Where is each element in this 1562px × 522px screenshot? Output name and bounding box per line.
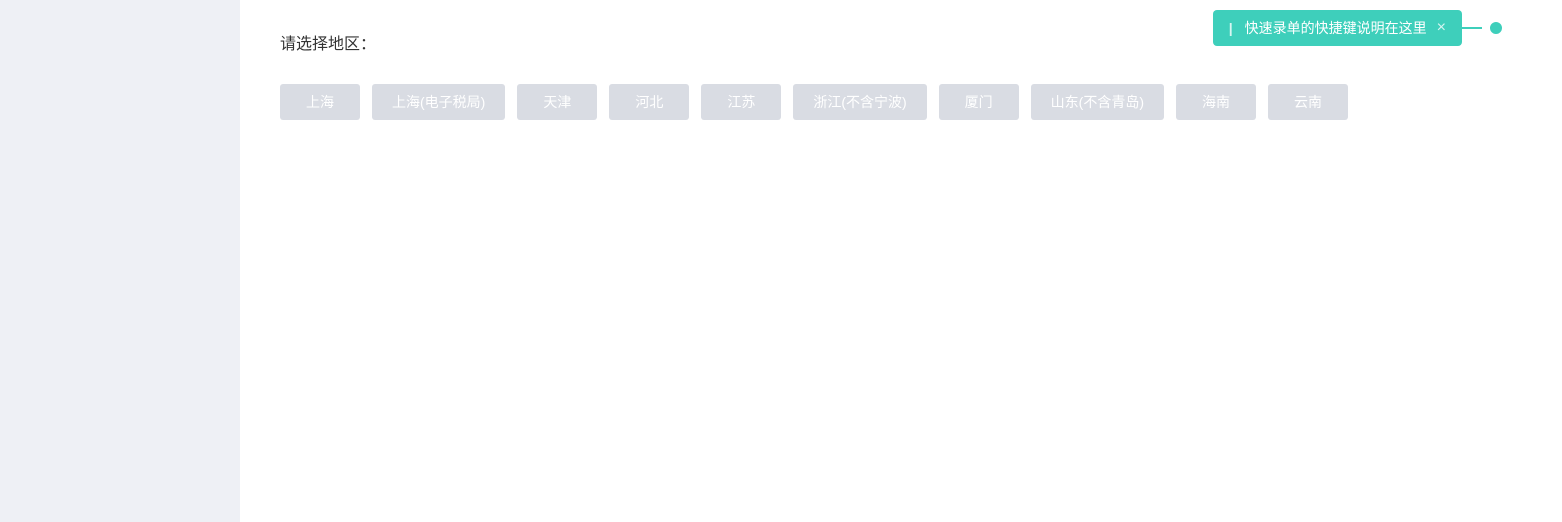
region-button-jiangsu[interactable]: 江苏	[701, 84, 781, 120]
region-button-shanghai-etax[interactable]: 上海(电子税局)	[372, 84, 505, 120]
region-button-yunnan[interactable]: 云南	[1268, 84, 1348, 120]
region-button-hainan[interactable]: 海南	[1176, 84, 1256, 120]
region-button-zhejiang[interactable]: 浙江(不含宁波)	[793, 84, 926, 120]
region-button-hebei[interactable]: 河北	[609, 84, 689, 120]
region-button-shandong[interactable]: 山东(不含青岛)	[1031, 84, 1164, 120]
tooltip-close-button[interactable]: ×	[1437, 19, 1446, 37]
tooltip-box: 快速录单的快捷键说明在这里 ×	[1213, 10, 1462, 46]
tooltip-text: 快速录单的快捷键说明在这里	[1245, 18, 1427, 38]
main-content: 请选择地区： 上海上海(电子税局)天津河北江苏浙江(不含宁波)厦门山东(不含青岛…	[240, 0, 1562, 522]
region-button-shanghai[interactable]: 上海	[280, 84, 360, 120]
region-buttons: 上海上海(电子税局) 天津河北江苏浙江(不含宁波) 厦门山东(不含青岛) 海南云南	[280, 84, 1522, 120]
region-button-tianjin[interactable]: 天津	[517, 84, 597, 120]
connector-line	[1462, 27, 1482, 29]
tooltip-container: 快速录单的快捷键说明在这里 ×	[1213, 10, 1502, 46]
region-button-xiamen[interactable]: 厦门	[939, 84, 1019, 120]
tooltip-dot	[1490, 22, 1502, 34]
sidebar	[0, 0, 240, 522]
